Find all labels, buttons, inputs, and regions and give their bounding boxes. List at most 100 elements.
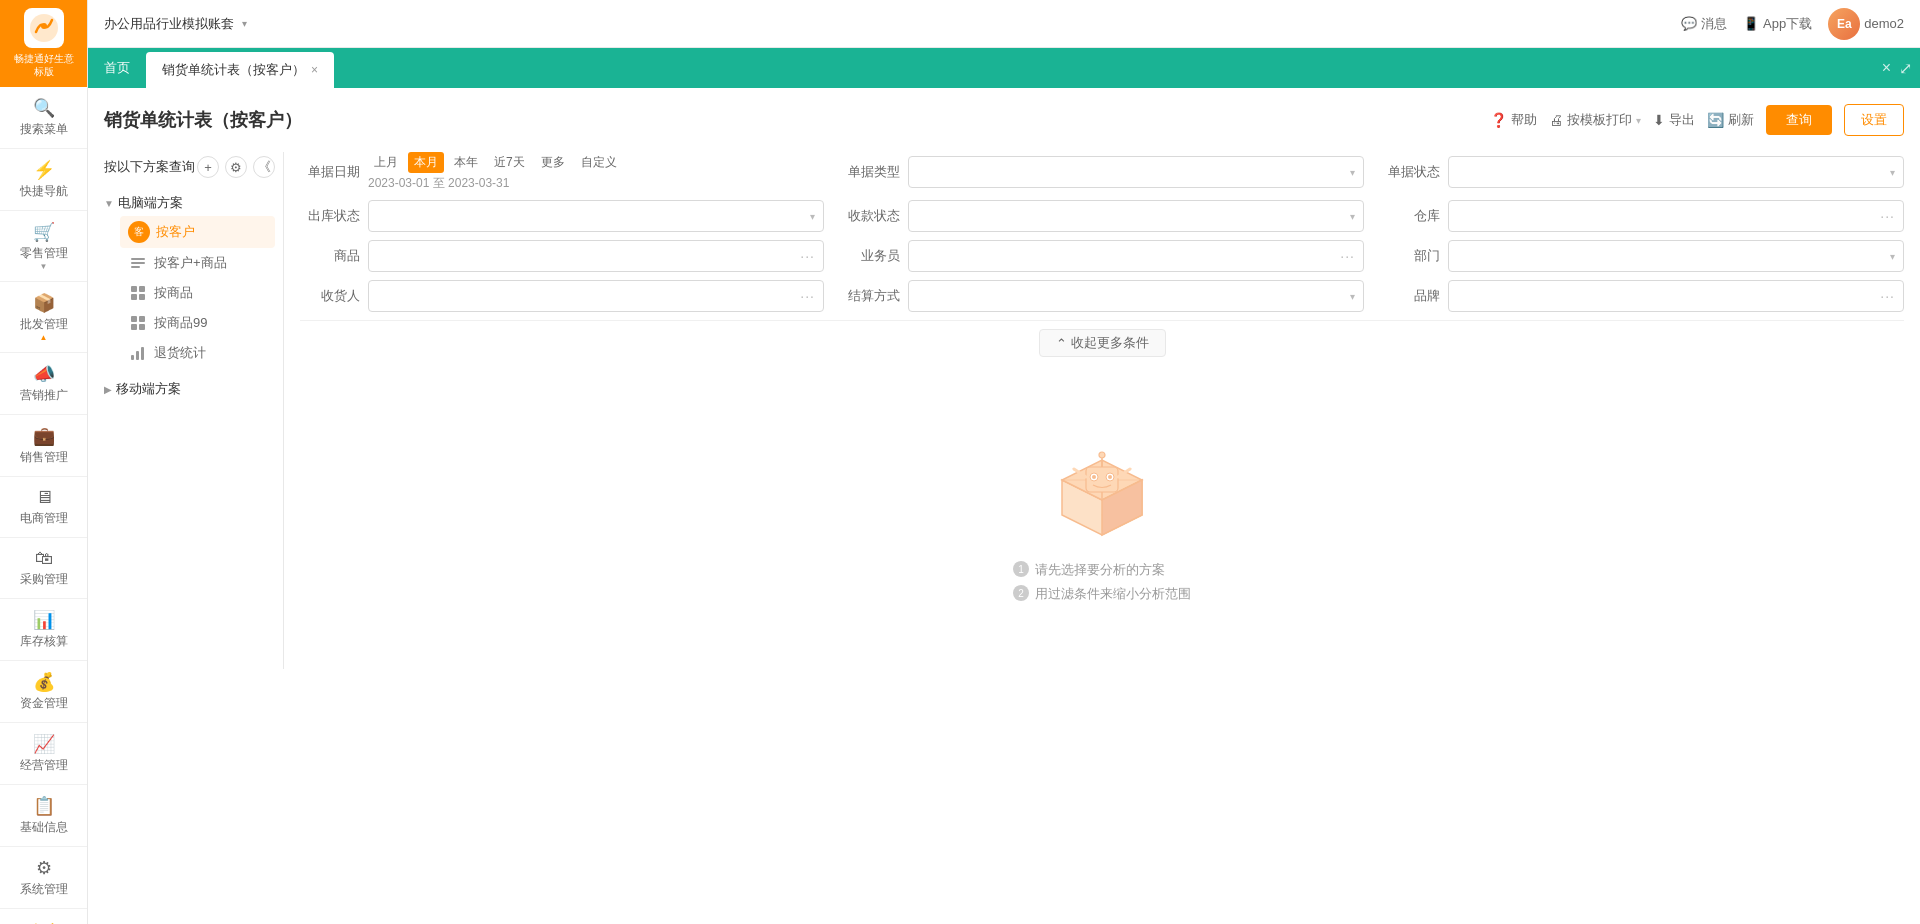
export-btn[interactable]: ⬇ 导出 — [1653, 111, 1695, 129]
tree-item-by-product-99[interactable]: 按商品99 — [120, 308, 275, 338]
refresh-label: 刷新 — [1728, 111, 1754, 129]
product99-icon — [128, 313, 148, 333]
marketing-icon: 📣 — [33, 363, 55, 385]
sidebar-item-inventory[interactable]: 📊 库存核算 — [0, 599, 88, 661]
collect-status-dropdown[interactable]: ▾ — [908, 200, 1364, 232]
customer-scheme-icon: 客 — [128, 221, 150, 243]
sidebar-item-finance[interactable]: 💰 资金管理 — [0, 661, 88, 723]
scheme-settings-btn[interactable]: ⚙ — [225, 156, 247, 178]
tab-close-btn[interactable]: × — [311, 63, 318, 77]
sidebar-label-basic: 基础信息 — [20, 819, 68, 836]
sidebar-item-search[interactable]: 🔍 搜索菜单 — [0, 87, 88, 149]
sidebar-item-wholesale[interactable]: 📦 批发管理 ▲ — [0, 282, 88, 353]
retail-icon: 🛒 — [33, 221, 55, 243]
svg-rect-11 — [131, 324, 137, 330]
consignee-dropdown[interactable]: ··· — [368, 280, 824, 312]
brand-control: ··· — [1448, 280, 1904, 312]
department-label: 部门 — [1380, 247, 1440, 265]
sidebar-item-cooperation[interactable]: 🤝 企业协同 — [0, 909, 88, 924]
order-type-dropdown[interactable]: ▾ — [908, 156, 1364, 188]
user-profile[interactable]: Ea demo2 — [1828, 8, 1904, 40]
settings-btn[interactable]: 设置 — [1844, 104, 1904, 136]
panel-actions: + ⚙ 《 — [197, 156, 275, 178]
tree-item-return-stats[interactable]: 退货统计 — [120, 338, 275, 368]
sidebar-item-operation[interactable]: 📈 经营管理 — [0, 723, 88, 785]
tree-parent-mobile[interactable]: ▶ 移动端方案 — [104, 376, 275, 402]
payment-control: ▾ — [908, 280, 1364, 312]
warehouse-dropdown[interactable]: ··· — [1448, 200, 1904, 232]
template-print-btn[interactable]: 🖨 按模板打印 ▾ — [1549, 111, 1641, 129]
sidebar-item-basic[interactable]: 📋 基础信息 — [0, 785, 88, 847]
add-scheme-btn[interactable]: + — [197, 156, 219, 178]
sidebar-item-ecommerce[interactable]: 🖥 电商管理 — [0, 477, 88, 538]
out-status-dropdown[interactable]: ▾ — [368, 200, 824, 232]
sidebar-item-retail[interactable]: 🛒 零售管理 ▼ — [0, 211, 88, 282]
date-tab-more[interactable]: 更多 — [535, 152, 571, 173]
collapse-icon: 《 — [258, 158, 271, 176]
query-btn[interactable]: 查询 — [1766, 105, 1832, 135]
product-dropdown[interactable]: ··· — [368, 240, 824, 272]
template-print-label: 按模板打印 — [1567, 111, 1632, 129]
message-btn[interactable]: 💬 消息 — [1681, 15, 1727, 33]
export-icon: ⬇ — [1653, 112, 1665, 128]
payment-dropdown[interactable]: ▾ — [908, 280, 1364, 312]
logo-icon — [24, 8, 64, 48]
customer-product-label: 按客户+商品 — [154, 254, 227, 272]
consignee-dots: ··· — [800, 288, 815, 304]
app-download-label: App下载 — [1763, 15, 1812, 33]
tip-text-1: 请先选择要分析的方案 — [1035, 561, 1165, 579]
date-tabs: 上月 本月 本年 近7天 更多 自定义 — [368, 152, 824, 173]
brand-dropdown[interactable]: ··· — [1448, 280, 1904, 312]
tree-parent-desktop[interactable]: ▼ 电脑端方案 — [104, 190, 275, 216]
date-tab-lastmonth[interactable]: 上月 — [368, 152, 404, 173]
tab-close-all-btn[interactable]: × — [1882, 59, 1891, 77]
date-tab-thismonth[interactable]: 本月 — [408, 152, 444, 173]
home-tab-label: 首页 — [104, 59, 130, 77]
sidebar-item-marketing[interactable]: 📣 营销推广 — [0, 353, 88, 415]
tree-item-by-customer-product[interactable]: 按客户+商品 — [120, 248, 275, 278]
search-icon: 🔍 — [33, 97, 55, 119]
order-type-arrow: ▾ — [1350, 167, 1355, 178]
filter-warehouse: 仓库 ··· — [1380, 200, 1904, 232]
system-icon: ⚙ — [36, 857, 52, 879]
tab-maximize-btn[interactable]: ⤢ — [1899, 59, 1912, 78]
sidebar-label-purchase: 采购管理 — [20, 571, 68, 588]
salesman-dropdown[interactable]: ··· — [908, 240, 1364, 272]
consignee-label: 收货人 — [300, 287, 360, 305]
date-tab-thisyear[interactable]: 本年 — [448, 152, 484, 173]
tree-item-by-customer[interactable]: 客 按客户 — [120, 216, 275, 248]
tab-active[interactable]: 销货单统计表（按客户） × — [146, 52, 334, 88]
refresh-btn[interactable]: 🔄 刷新 — [1707, 111, 1754, 129]
tab-home[interactable]: 首页 — [88, 48, 146, 88]
date-tab-last7days[interactable]: 近7天 — [488, 152, 531, 173]
sidebar-item-purchase[interactable]: 🛍 采购管理 — [0, 538, 88, 599]
department-dropdown[interactable]: ▾ — [1448, 240, 1904, 272]
collapse-row: ⌃ 收起更多条件 — [300, 320, 1904, 365]
header-title: 办公用品行业模拟账套 — [104, 15, 234, 33]
help-btn[interactable]: ❓ 帮助 — [1490, 111, 1537, 129]
sidebar-item-sales[interactable]: 💼 销售管理 — [0, 415, 88, 477]
app-download-btn[interactable]: 📱 App下载 — [1743, 15, 1812, 33]
collapse-panel-btn[interactable]: 《 — [253, 156, 275, 178]
tree-parent-mobile-label: 移动端方案 — [116, 380, 181, 398]
svg-rect-10 — [139, 316, 145, 322]
order-status-dropdown[interactable]: ▾ — [1448, 156, 1904, 188]
user-name: demo2 — [1864, 16, 1904, 31]
date-tab-custom[interactable]: 自定义 — [575, 152, 623, 173]
ecommerce-icon: 🖥 — [35, 487, 53, 508]
collapse-btn[interactable]: ⌃ 收起更多条件 — [1039, 329, 1166, 357]
sidebar-item-quicknav[interactable]: ⚡ 快捷导航 — [0, 149, 88, 211]
header-dropdown-icon[interactable]: ▾ — [242, 18, 247, 29]
payment-arrow: ▾ — [1350, 291, 1355, 302]
collect-status-arrow: ▾ — [1350, 211, 1355, 222]
page-inner: 销货单统计表（按客户） ❓ 帮助 🖨 按模板打印 ▾ ⬇ 导出 — [88, 88, 1920, 924]
filter-brand: 品牌 ··· — [1380, 280, 1904, 312]
tree-arrow-down: ▼ — [104, 198, 114, 209]
tree-item-by-product[interactable]: 按商品 — [120, 278, 275, 308]
payment-label: 结算方式 — [840, 287, 900, 305]
svg-rect-14 — [136, 351, 139, 360]
export-label: 导出 — [1669, 111, 1695, 129]
sidebar-item-system[interactable]: ⚙ 系统管理 — [0, 847, 88, 909]
split-layout: 按以下方案查询 + ⚙ 《 — [104, 152, 1904, 669]
filter-order-status: 单据状态 ▾ — [1380, 152, 1904, 192]
